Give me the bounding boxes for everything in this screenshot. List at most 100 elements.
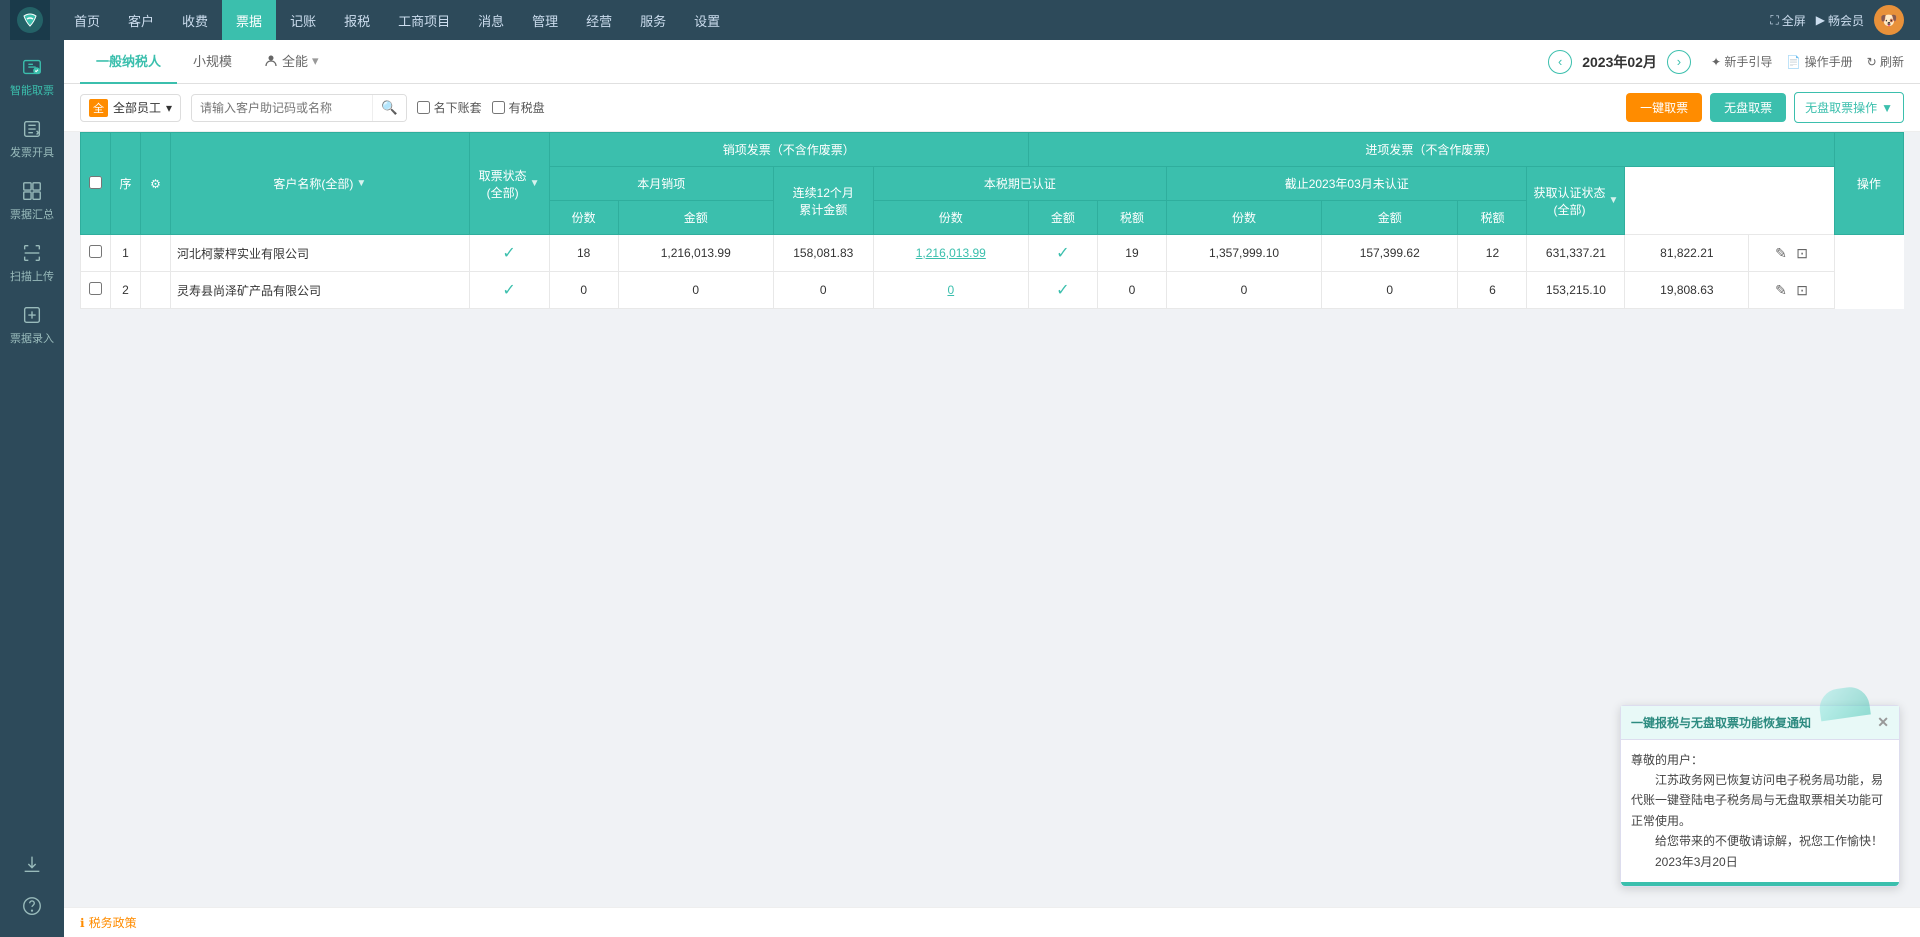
th-cert-status[interactable]: 获取认证状态(全部) ▼ [1527, 167, 1625, 235]
nav-invoice[interactable]: 票据 [222, 0, 276, 40]
prev-month-btn[interactable]: ‹ [1548, 50, 1572, 74]
row2-edit-icon[interactable]: ✎ [1775, 282, 1787, 298]
row2-uncert-count: 6 [1458, 272, 1527, 309]
nav-customer[interactable]: 客户 [114, 0, 168, 40]
row1-checkbox[interactable] [81, 235, 111, 272]
sidebar-bottom [2, 845, 62, 937]
sidebar-item-download[interactable] [2, 845, 62, 883]
checkbox-tax-disk[interactable]: 有税盘 [492, 99, 545, 116]
row2-view-icon[interactable]: ⊡ [1796, 282, 1808, 298]
tab-all-dropdown[interactable]: ▾ [312, 53, 319, 69]
table-row: 1 河北柯蒙枰实业有限公司 ✓ 18 1,216,013.99 158,081.… [81, 235, 1904, 272]
row1-cumulative[interactable]: 1,216,013.99 [873, 235, 1028, 272]
fullscreen-btn[interactable]: ⛶ 全屏 [1770, 12, 1805, 29]
no-disk-ticket-btn[interactable]: 无盘取票 [1710, 93, 1786, 122]
sidebar-label-scan: 扫描上传 [10, 268, 54, 284]
current-date: 2023年02月 [1582, 52, 1657, 72]
customer-filter-icon: ▼ [356, 178, 366, 189]
select-all-checkbox[interactable] [89, 176, 102, 189]
tab-all[interactable]: 全能 ▾ [248, 40, 335, 84]
notification-title: 一键报税与无盘取票功能恢复通知 [1631, 714, 1811, 731]
th-checkbox[interactable] [81, 133, 111, 235]
nav-items: 首页 客户 收费 票据 记账 报税 工商项目 消息 管理 经营 服务 设置 [50, 0, 1770, 40]
status-filter-icon: ▼ [530, 178, 540, 189]
cert-filter-icon: ▼ [1609, 195, 1619, 206]
member-btn[interactable]: ▶ 畅会员 [1816, 12, 1864, 29]
search-input[interactable] [192, 96, 372, 120]
sidebar-item-open-invoice[interactable]: 发票开具 [2, 110, 62, 168]
row1-uncert-tax: 81,822.21 [1625, 235, 1749, 272]
sidebar-label-open-invoice: 发票开具 [10, 144, 54, 160]
row2-customer: 灵寿县尚泽矿产品有限公司 [171, 272, 470, 309]
nav-home[interactable]: 首页 [60, 0, 114, 40]
notification-body: 尊敬的用户： 江苏政务网已恢复访问电子税务局功能，易代账一键登陆电子税务局与无盘… [1621, 740, 1899, 882]
tab-small-scale[interactable]: 小规模 [177, 40, 248, 84]
notification-close-btn[interactable]: ✕ [1877, 714, 1889, 731]
th-uncert-count: 份数 [1166, 201, 1321, 235]
row2-uncert-tax: 19,808.63 [1625, 272, 1749, 309]
date-nav: ‹ 2023年02月 › [1548, 50, 1691, 74]
nav-bookkeeping[interactable]: 记账 [276, 0, 330, 40]
sidebar-item-smart-ticket[interactable]: 智能取票 [2, 48, 62, 106]
sidebar-item-summary[interactable]: 票据汇总 [2, 172, 62, 230]
nav-business[interactable]: 工商项目 [384, 0, 464, 40]
th-input-group: 进项发票（不含作废票） [1028, 133, 1834, 167]
next-month-btn[interactable]: › [1667, 50, 1691, 74]
th-settings[interactable]: ⚙ [141, 133, 171, 235]
toolbar: 全 全部员工 ▾ 🔍 名下账套 有税盘 一键取票 无盘取票 无盘取票操作 [64, 84, 1920, 132]
search-box: 🔍 [191, 94, 407, 122]
new-guide-btn[interactable]: ✦ 新手引导 [1711, 53, 1772, 70]
info-icon: ℹ [80, 916, 85, 930]
row1-in-amount: 1,357,999.10 [1166, 235, 1321, 272]
sidebar-label-smart-ticket: 智能取票 [10, 82, 54, 98]
checkbox-accounts[interactable]: 名下账套 [417, 99, 482, 116]
sidebar-label-summary: 票据汇总 [10, 206, 54, 222]
row1-view-icon[interactable]: ⊡ [1796, 245, 1808, 261]
table-body: 1 河北柯蒙枰实业有限公司 ✓ 18 1,216,013.99 158,081.… [81, 235, 1904, 309]
row2-in-amount: 0 [1166, 272, 1321, 309]
nav-operation[interactable]: 经营 [572, 0, 626, 40]
row1-edit-icon[interactable]: ✎ [1775, 245, 1787, 261]
tab-general-taxpayer[interactable]: 一般纳税人 [80, 40, 177, 84]
one-click-ticket-btn[interactable]: 一键取票 [1626, 93, 1702, 122]
th-status[interactable]: 取票状态(全部) ▼ [469, 133, 549, 235]
nav-tax[interactable]: 报税 [330, 0, 384, 40]
th-not-certified: 截止2023年03月未认证 [1166, 167, 1527, 201]
sidebar-item-scan[interactable]: 扫描上传 [2, 234, 62, 292]
row2-checkbox[interactable] [81, 272, 111, 309]
nav-management[interactable]: 管理 [518, 0, 572, 40]
person-icon [264, 54, 278, 68]
row2-sale-tax: 0 [773, 272, 873, 309]
row2-uncert-amount: 153,215.10 [1527, 272, 1625, 309]
tax-policy-link[interactable]: ℹ 税务政策 [80, 914, 137, 931]
top-nav-right: ⛶ 全屏 ▶ 畅会员 🐶 [1770, 5, 1920, 35]
row2-index: 2 [111, 272, 141, 309]
avatar[interactable]: 🐶 [1874, 5, 1904, 35]
accounts-checkbox[interactable] [417, 101, 430, 114]
refresh-btn[interactable]: ↻ 刷新 [1867, 53, 1904, 70]
table-row: 2 灵寿县尚泽矿产品有限公司 ✓ 0 0 0 0 ✓ 0 0 0 6 153,2… [81, 272, 1904, 309]
logo[interactable] [10, 0, 50, 40]
employee-select[interactable]: 全 全部员工 ▾ [80, 94, 181, 122]
row2-cumulative[interactable]: 0 [873, 272, 1028, 309]
nav-settings[interactable]: 设置 [680, 0, 734, 40]
th-cumulative: 连续12个月累计金额 [773, 167, 873, 235]
nav-service[interactable]: 服务 [626, 0, 680, 40]
th-customer[interactable]: 客户名称(全部) ▼ [171, 133, 470, 235]
nav-message[interactable]: 消息 [464, 0, 518, 40]
row2-cert-icon: ✓ [1056, 282, 1069, 299]
tax-disk-checkbox[interactable] [492, 101, 505, 114]
search-button[interactable]: 🔍 [372, 95, 406, 121]
th-monthly-sales: 本月销项 [549, 167, 773, 201]
employee-dropdown-icon: ▾ [166, 101, 172, 115]
manual-btn[interactable]: 📄 操作手册 [1786, 53, 1852, 70]
row1-status-icon: ✓ [502, 245, 515, 262]
sidebar: 智能取票 发票开具 票据汇总 扫描上传 [0, 40, 64, 937]
row2-status-icon: ✓ [502, 282, 515, 299]
no-disk-ops-btn[interactable]: 无盘取票操作 ▼ [1794, 92, 1904, 123]
nav-fee[interactable]: 收费 [168, 0, 222, 40]
row1-uncert-amount: 631,337.21 [1527, 235, 1625, 272]
sidebar-item-entry[interactable]: 票据录入 [2, 296, 62, 354]
sidebar-item-help[interactable] [2, 887, 62, 925]
toolbar-right: 一键取票 无盘取票 无盘取票操作 ▼ [1626, 92, 1904, 123]
